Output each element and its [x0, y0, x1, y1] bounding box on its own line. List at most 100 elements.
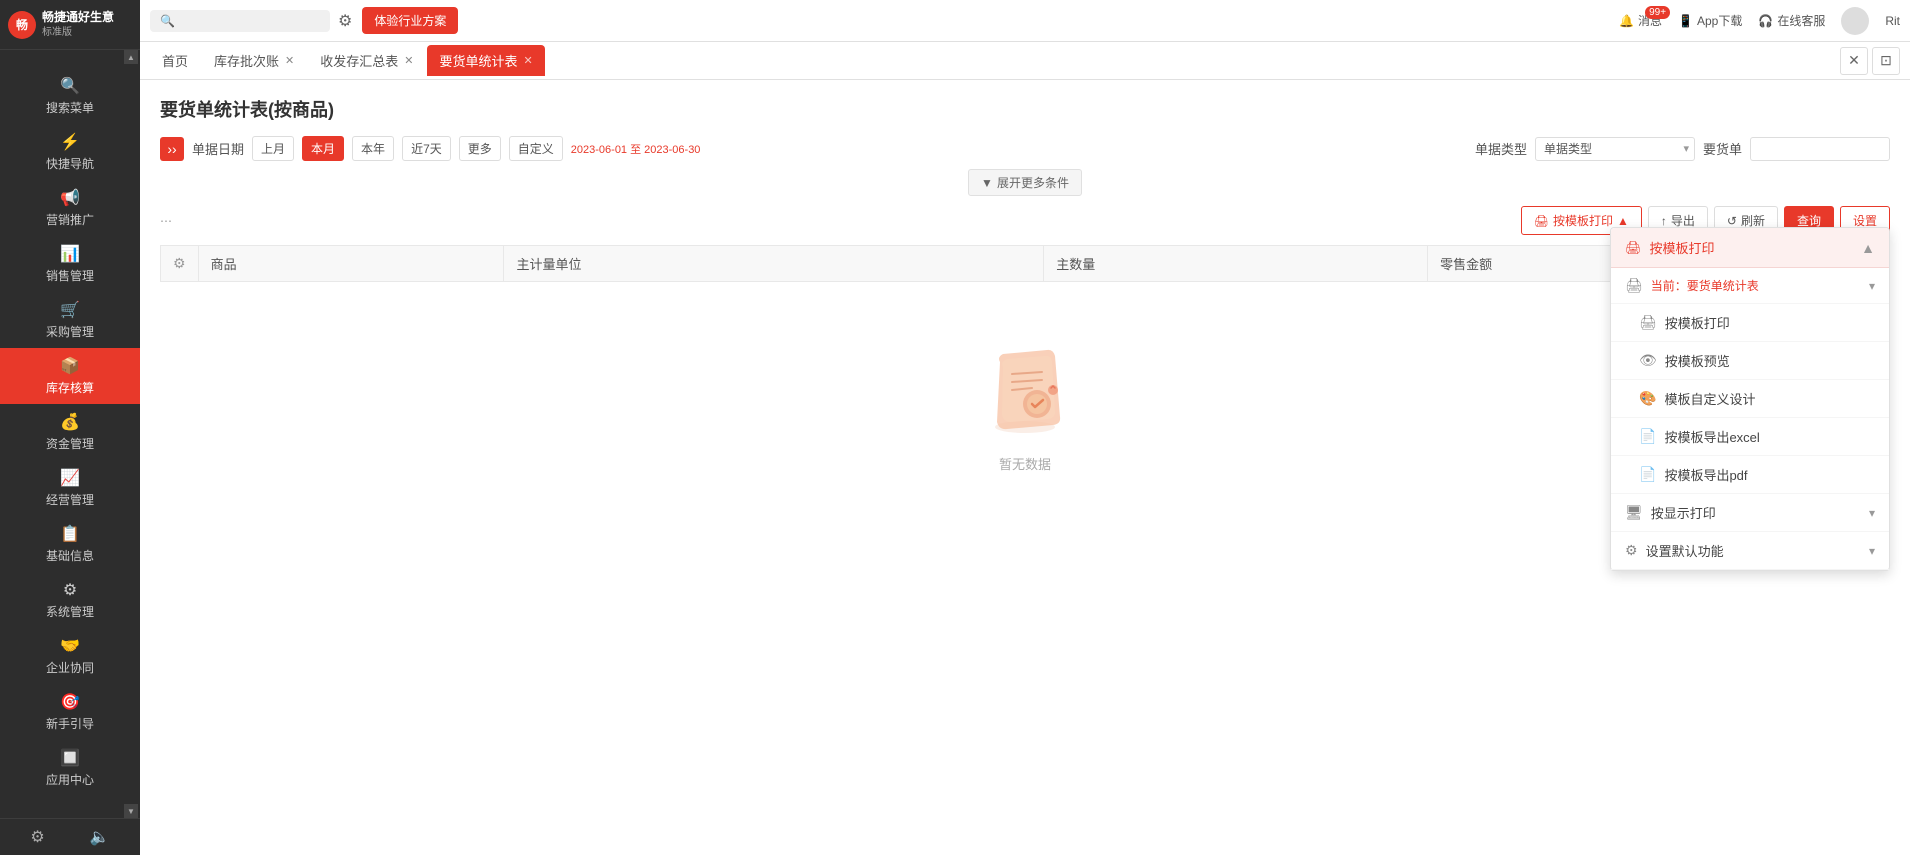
apps-icon: 🔲	[60, 748, 80, 768]
sidebar-logo: 畅 畅捷通好生意 标准版	[0, 0, 140, 50]
operations-icon: 📈	[60, 468, 80, 488]
speaker-icon[interactable]: 🔈	[90, 827, 110, 847]
template-print-icon: 🖨	[1639, 314, 1657, 331]
date-label: 单据日期	[192, 139, 244, 158]
table-gear-icon[interactable]: ⚙	[173, 255, 186, 271]
print-dropdown-item-template-design[interactable]: 🎨 模板自定义设计	[1611, 380, 1889, 418]
sidebar-item-marketing[interactable]: 📢 营销推广	[0, 180, 140, 236]
print-dropdown-item-template-preview[interactable]: 👁 按模板预览	[1611, 342, 1889, 380]
sidebar-item-quick-nav[interactable]: ⚡ 快捷导航	[0, 124, 140, 180]
sidebar-item-system[interactable]: ⚙ 系统管理	[0, 572, 140, 628]
bell-icon: 🔔	[1619, 14, 1634, 28]
sidebar-item-inventory[interactable]: 📦 库存核算	[0, 348, 140, 404]
tab-requisition-stats-close[interactable]: ✕	[524, 54, 533, 67]
topbar-gear-icon[interactable]: ⚙	[338, 11, 352, 31]
sidebar-item-newbie[interactable]: 🎯 新手引导	[0, 684, 140, 740]
expand-more-button[interactable]: ▼ 展开更多条件	[968, 169, 1082, 196]
table-header-gear: ⚙	[161, 246, 199, 282]
phone-icon: 📱	[1678, 14, 1693, 28]
tab-inventory-batch[interactable]: 库存批次账 ✕	[202, 45, 306, 76]
expand-more-icon: ▼	[981, 176, 993, 190]
page-content: 要货单统计表(按商品) ›› 单据日期 上月 本月 本年 近7天 更多 自定义 …	[140, 80, 1910, 855]
print-dropdown-item-export-pdf[interactable]: 📄 按模板导出pdf	[1611, 456, 1889, 494]
date-prev-month-button[interactable]: 上月	[252, 136, 294, 161]
page-title: 要货单统计表(按商品)	[160, 96, 1890, 122]
sidebar-bottom: ⚙ 🔈	[0, 818, 140, 855]
app-download-button[interactable]: 📱 App下载	[1678, 12, 1742, 29]
type-select[interactable]: 单据类型	[1535, 137, 1695, 161]
maximize-tab-button[interactable]: ⊡	[1872, 47, 1900, 75]
refresh-icon: ↺	[1727, 214, 1737, 228]
print-dropdown-item-export-excel[interactable]: 📄 按模板导出excel	[1611, 418, 1889, 456]
tab-inventory-batch-close[interactable]: ✕	[285, 54, 294, 67]
sidebar-item-purchase[interactable]: 🛒 采购管理	[0, 292, 140, 348]
sidebar-nav: 🔍 搜索菜单 ⚡ 快捷导航 📢 营销推广 📊 销售管理 🛒 采购管理 📦 库存核…	[0, 64, 140, 804]
action-bar-left: ⋯	[160, 214, 176, 228]
experience-button[interactable]: 体验行业方案	[362, 7, 458, 34]
template-preview-icon: 👁	[1639, 352, 1657, 369]
user-avatar[interactable]	[1841, 7, 1869, 35]
empty-state-icon	[975, 342, 1075, 442]
marketing-icon: 📢	[60, 188, 80, 208]
print-dropdown-collapse-icon[interactable]: ▲	[1861, 240, 1875, 256]
settings-icon[interactable]: ⚙	[30, 827, 44, 847]
filter-expand-button[interactable]: ››	[160, 137, 184, 161]
date-more-button[interactable]: 更多	[459, 136, 501, 161]
finance-icon: 💰	[60, 412, 80, 432]
tab-home[interactable]: 首页	[150, 45, 200, 76]
close-tab-button[interactable]: ✕	[1840, 47, 1868, 75]
export-excel-icon: 📄	[1639, 428, 1656, 445]
display-print-chevron-icon: ▾	[1869, 506, 1875, 520]
print-dropdown-item-template-print[interactable]: 🖨 按模板打印	[1611, 304, 1889, 342]
newbie-icon: 🎯	[60, 692, 80, 712]
sidebar-item-wechat[interactable]: 💬 企业微信	[0, 796, 140, 804]
table-header-quantity: 主数量	[1044, 246, 1428, 282]
tab-receivable-summary[interactable]: 收发存汇总表 ✕	[308, 45, 425, 76]
basic-icon: 📋	[60, 524, 80, 544]
sidebar-item-finance[interactable]: 💰 资金管理	[0, 404, 140, 460]
print-dropdown-section-default-func[interactable]: ⚙ 设置默认功能 ▾	[1611, 532, 1889, 570]
print-dropdown-section-display-print[interactable]: 🖥 按显示打印 ▾	[1611, 494, 1889, 532]
display-print-icon: 🖥	[1625, 504, 1643, 521]
topbar-search-box[interactable]: 🔍	[150, 10, 330, 32]
date-7days-button[interactable]: 近7天	[402, 136, 451, 161]
search-icon: 🔍	[60, 76, 80, 96]
sidebar-item-operations[interactable]: 📈 经营管理	[0, 460, 140, 516]
system-icon: ⚙	[63, 580, 77, 600]
print-dropdown: 🖨 按模板打印 ▲ 🖨 当前：要货单统计表 ▾ 🖨 按模板打印 👁 按模板预览	[1610, 227, 1890, 571]
tabs-bar: 首页 库存批次账 ✕ 收发存汇总表 ✕ 要货单统计表 ✕ ✕ ⊡	[140, 42, 1910, 80]
sidebar-item-coop[interactable]: 🤝 企业协同	[0, 628, 140, 684]
print-chevron-up-icon: ▲	[1617, 214, 1629, 228]
sidebar-item-search[interactable]: 🔍 搜索菜单	[0, 68, 140, 124]
avatar-image	[1841, 7, 1869, 35]
sidebar-scroll-up[interactable]: ▲	[124, 50, 138, 64]
tab-requisition-stats[interactable]: 要货单统计表 ✕	[427, 45, 544, 76]
date-year-button[interactable]: 本年	[352, 136, 394, 161]
print-dropdown-current[interactable]: 🖨 当前：要货单统计表 ▾	[1611, 268, 1889, 304]
inventory-icon: 📦	[60, 356, 80, 376]
coop-icon: 🤝	[60, 636, 80, 656]
date-range-display: 2023-06-01 至 2023-06-30	[571, 141, 701, 157]
print-dropdown-header[interactable]: 🖨 按模板打印 ▲	[1611, 228, 1889, 268]
topbar: 🔍 ⚙ 体验行业方案 🔔 消息 99+ 📱 App下载 🎧 在线客服 Rit	[140, 0, 1910, 42]
purchase-icon: 🛒	[60, 300, 80, 320]
app-logo-text: 畅捷通好生意 标准版	[42, 10, 114, 39]
sidebar-item-sales[interactable]: 📊 销售管理	[0, 236, 140, 292]
sidebar-item-apps[interactable]: 🔲 应用中心	[0, 740, 140, 796]
quick-nav-icon: ⚡	[60, 132, 80, 152]
requisition-label: 要货单	[1703, 139, 1742, 158]
print-header-icon: 🖨	[1625, 240, 1642, 256]
online-service-button[interactable]: 🎧 在线客服	[1758, 12, 1825, 29]
type-select-wrapper: 单据类型	[1535, 137, 1695, 161]
type-label: 单据类型	[1475, 139, 1527, 158]
more-options-icon[interactable]: ⋯	[160, 214, 172, 228]
requisition-input[interactable]	[1750, 137, 1890, 161]
current-print-icon: 🖨	[1625, 277, 1643, 294]
messages-button[interactable]: 🔔 消息 99+	[1619, 12, 1662, 29]
tab-receivable-summary-close[interactable]: ✕	[404, 54, 413, 67]
date-custom-button[interactable]: 自定义	[509, 136, 563, 161]
sidebar-item-basic[interactable]: 📋 基础信息	[0, 516, 140, 572]
date-current-month-button[interactable]: 本月	[302, 136, 344, 161]
export-pdf-icon: 📄	[1639, 466, 1656, 483]
sidebar-scroll-down[interactable]: ▼	[124, 804, 138, 818]
